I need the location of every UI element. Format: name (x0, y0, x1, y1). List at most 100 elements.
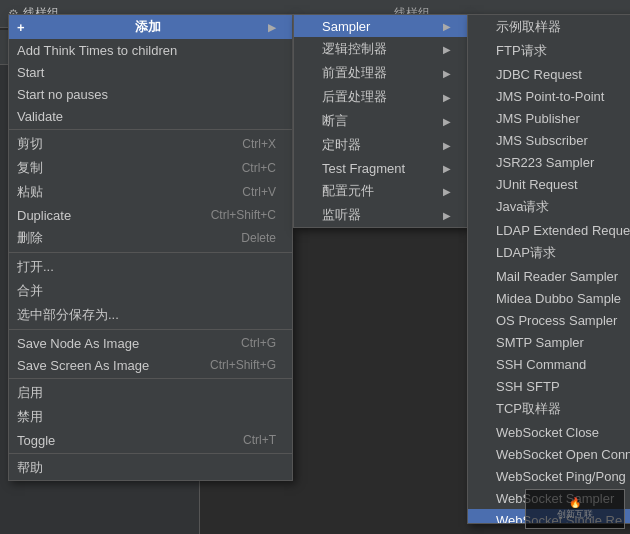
separator-1 (9, 129, 292, 130)
logic-controller-label: 逻辑控制器 (322, 40, 387, 58)
sampler-item-ldap-request[interactable]: LDAP请求 (468, 241, 630, 265)
duplicate-label: Duplicate (17, 208, 71, 223)
menu-item-enable[interactable]: 启用 (9, 381, 292, 405)
ssh-command-label: SSH Command (496, 357, 586, 372)
sampler-item-jms-publisher[interactable]: JMS Publisher (468, 107, 630, 129)
menu-item-disable[interactable]: 禁用 (9, 405, 292, 429)
menu-item-copy[interactable]: 复制 Ctrl+C (9, 156, 292, 180)
assertion-label: 断言 (322, 112, 348, 130)
menu-item-delete[interactable]: 删除 Delete (9, 226, 292, 250)
context-menu-main: + 添加 ▶ Add Think Times to children Start… (8, 14, 293, 481)
sample-collector-label: 示例取样器 (496, 18, 561, 36)
menu-item-cut[interactable]: 剪切 Ctrl+X (9, 132, 292, 156)
add-label: 添加 (135, 18, 161, 36)
junit-request-label: JUnit Request (496, 177, 578, 192)
sampler-item-os-process-sampler[interactable]: OS Process Sampler (468, 309, 630, 331)
separator-5 (9, 453, 292, 454)
post-processor-label: 后置处理器 (322, 88, 387, 106)
menu-item-toggle[interactable]: Toggle Ctrl+T (9, 429, 292, 451)
sampler-item-smtp-sampler[interactable]: SMTP Sampler (468, 331, 630, 353)
open-label: 打开... (17, 258, 54, 276)
sampler-item-junit-request[interactable]: JUnit Request (468, 173, 630, 195)
save-screen-as-image-label: Save Screen As Image (17, 358, 149, 373)
pre-processor-arrow: ▶ (443, 68, 451, 79)
add-submenu-logic-controller[interactable]: 逻辑控制器 ▶ (294, 37, 467, 61)
sampler-item-websocket-ping-pong[interactable]: WebSocket Ping/Pong (468, 465, 630, 487)
add-submenu-config-element[interactable]: 配置元件 ▶ (294, 179, 467, 203)
add-submenu-pre-processor[interactable]: 前置处理器 ▶ (294, 61, 467, 85)
save-screen-as-image-shortcut: Ctrl+Shift+G (210, 358, 276, 372)
sampler-item-websocket-open-connection[interactable]: WebSocket Open Connection (468, 443, 630, 465)
menu-item-save-part[interactable]: 选中部分保存为... (9, 303, 292, 327)
menu-item-merge[interactable]: 合并 (9, 279, 292, 303)
jms-subscriber-label: JMS Subscriber (496, 133, 588, 148)
save-node-as-image-shortcut: Ctrl+G (241, 336, 276, 350)
menu-item-start-no-pauses[interactable]: Start no pauses (9, 83, 292, 105)
jdbc-request-label: JDBC Request (496, 67, 582, 82)
menu-item-save-node-as-image[interactable]: Save Node As Image Ctrl+G (9, 332, 292, 354)
assertion-arrow: ▶ (443, 116, 451, 127)
add-submenu-listener[interactable]: 监听器 ▶ (294, 203, 467, 227)
cut-label: 剪切 (17, 135, 43, 153)
add-submenu: Sampler ▶ 逻辑控制器 ▶ 前置处理器 ▶ 后置处理器 ▶ 断言 ▶ 定… (293, 14, 468, 228)
paste-label: 粘贴 (17, 183, 43, 201)
config-element-arrow: ▶ (443, 186, 451, 197)
menu-item-duplicate[interactable]: Duplicate Ctrl+Shift+C (9, 204, 292, 226)
merge-label: 合并 (17, 282, 43, 300)
java-request-label: Java请求 (496, 198, 549, 216)
ldap-request-label: LDAP请求 (496, 244, 556, 262)
smtp-sampler-label: SMTP Sampler (496, 335, 584, 350)
menu-item-start[interactable]: Start (9, 61, 292, 83)
paste-shortcut: Ctrl+V (242, 185, 276, 199)
sampler-item-mail-reader-sampler[interactable]: Mail Reader Sampler (468, 265, 630, 287)
menu-item-paste[interactable]: 粘贴 Ctrl+V (9, 180, 292, 204)
cut-shortcut: Ctrl+X (242, 137, 276, 151)
add-arrow: ▶ (268, 22, 276, 33)
ssh-sftp-label: SSH SFTP (496, 379, 560, 394)
add-icon: + (17, 20, 25, 35)
enable-label: 启用 (17, 384, 43, 402)
listener-label: 监听器 (322, 206, 361, 224)
menu-item-add-think-times[interactable]: Add Think Times to children (9, 39, 292, 61)
sampler-item-ftp-request[interactable]: FTP请求 (468, 39, 630, 63)
sampler-item-tcp-sampler[interactable]: TCP取样器 (468, 397, 630, 421)
add-submenu-assertion[interactable]: 断言 ▶ (294, 109, 467, 133)
add-submenu-sampler[interactable]: Sampler ▶ (294, 15, 467, 37)
menu-item-validate[interactable]: Validate (9, 105, 292, 127)
sampler-item-java-request[interactable]: Java请求 (468, 195, 630, 219)
menu-item-help[interactable]: 帮助 (9, 456, 292, 480)
watermark-line1: 创新互联 (557, 508, 593, 521)
menu-item-add[interactable]: + 添加 ▶ (9, 15, 292, 39)
websocket-open-connection-label: WebSocket Open Connection (496, 447, 630, 462)
sampler-item-jsr223-sampler[interactable]: JSR223 Sampler (468, 151, 630, 173)
save-part-label: 选中部分保存为... (17, 306, 119, 324)
watermark-logo-icon: 🔥 (557, 497, 593, 508)
save-node-as-image-label: Save Node As Image (17, 336, 139, 351)
sampler-item-jms-point-to-point[interactable]: JMS Point-to-Point (468, 85, 630, 107)
test-fragment-label: Test Fragment (322, 161, 405, 176)
add-submenu-timer[interactable]: 定时器 ▶ (294, 133, 467, 157)
sampler-item-websocket-close[interactable]: WebSocket Close (468, 421, 630, 443)
add-submenu-post-processor[interactable]: 后置处理器 ▶ (294, 85, 467, 109)
menu-item-open[interactable]: 打开... (9, 255, 292, 279)
sampler-item-ssh-command[interactable]: SSH Command (468, 353, 630, 375)
pre-processor-label: 前置处理器 (322, 64, 387, 82)
sampler-item-midea-dubbo-sample[interactable]: Midea Dubbo Sample (468, 287, 630, 309)
sampler-arrow: ▶ (443, 21, 451, 32)
post-processor-arrow: ▶ (443, 92, 451, 103)
separator-4 (9, 378, 292, 379)
sampler-item-sample-collector[interactable]: 示例取样器 (468, 15, 630, 39)
logic-controller-arrow: ▶ (443, 44, 451, 55)
menu-item-save-screen-as-image[interactable]: Save Screen As Image Ctrl+Shift+G (9, 354, 292, 376)
sampler-item-jdbc-request[interactable]: JDBC Request (468, 63, 630, 85)
disable-label: 禁用 (17, 408, 43, 426)
sampler-item-jms-subscriber[interactable]: JMS Subscriber (468, 129, 630, 151)
separator-2 (9, 252, 292, 253)
sampler-item-ssh-sftp[interactable]: SSH SFTP (468, 375, 630, 397)
test-fragment-arrow: ▶ (443, 163, 451, 174)
toggle-label: Toggle (17, 433, 55, 448)
add-submenu-test-fragment[interactable]: Test Fragment ▶ (294, 157, 467, 179)
duplicate-shortcut: Ctrl+Shift+C (211, 208, 276, 222)
sampler-item-ldap-extended-request[interactable]: LDAP Extended Request (468, 219, 630, 241)
delete-label: 删除 (17, 229, 43, 247)
